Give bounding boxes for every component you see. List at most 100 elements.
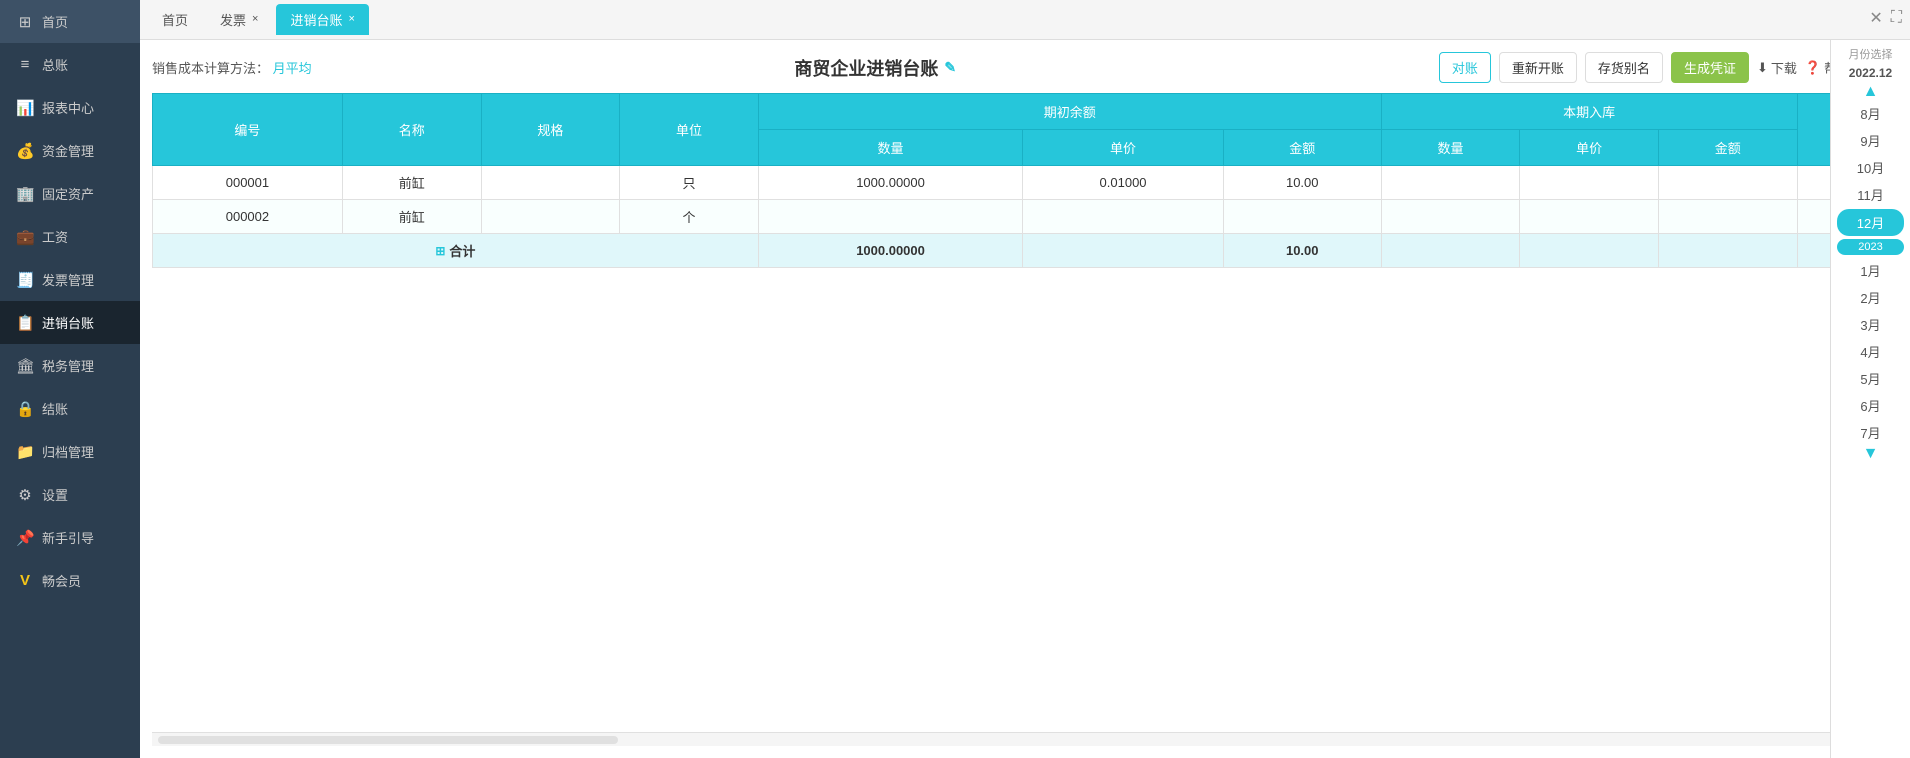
close-window-button[interactable]: ✕ (1869, 8, 1882, 28)
tab-purchase-sales[interactable]: 进销台账 × (276, 4, 368, 35)
tab-invoice[interactable]: 发票 × (206, 4, 272, 35)
tax-icon: 🏛 (16, 357, 34, 375)
sidebar-item-label: 进销台账 (42, 313, 94, 332)
download-button[interactable]: ⬇ 下载 (1757, 58, 1797, 77)
cell-unit: 只 (620, 166, 759, 200)
cost-method-value: 月平均 (273, 61, 312, 76)
edit-title-icon[interactable]: ✎ (944, 59, 956, 76)
maximize-window-button[interactable]: ⛶ (1891, 8, 1902, 28)
month-item-9[interactable]: 9月 (1831, 127, 1910, 154)
save-alias-button[interactable]: 存货别名 (1585, 52, 1663, 83)
data-table-container: 编号 名称 规格 单位 期初余额 本期入库 数 数量 单价 金额 数量 单价 (152, 93, 1898, 732)
cell-open-qty: 1000.00000 (758, 166, 1022, 200)
year-2023-badge: 2023 (1837, 239, 1904, 255)
month-item-10[interactable]: 10月 (1831, 154, 1910, 181)
col-id: 编号 (153, 94, 343, 166)
tab-home-label: 首页 (162, 10, 188, 29)
total-label-text: 合计 (449, 241, 475, 260)
total-row: ⊞ 合计 1000.00000 10.00 (153, 234, 1898, 268)
sidebar-item-settings[interactable]: ⚙ 设置 (0, 473, 140, 516)
sidebar-item-archive[interactable]: 📁 归档管理 (0, 430, 140, 473)
tab-invoice-close[interactable]: × (252, 14, 258, 25)
col-group-opening: 期初余额 (758, 94, 1381, 130)
sidebar-item-reports[interactable]: 📊 报表中心 (0, 86, 140, 129)
page-title-area: 商贸企业进销台账 ✎ (794, 55, 956, 81)
col-in-qty: 数量 (1381, 130, 1520, 166)
sidebar-item-invoice-mgmt[interactable]: 🧾 发票管理 (0, 258, 140, 301)
sidebar-item-purchase-sales[interactable]: 📋 进销台账 (0, 301, 140, 344)
sidebar-item-label: 新手引导 (42, 528, 94, 547)
help-icon: ❓ (1805, 60, 1821, 76)
data-table: 编号 名称 规格 单位 期初余额 本期入库 数 数量 单价 金额 数量 单价 (152, 93, 1898, 268)
horizontal-scrollbar[interactable] (152, 732, 1898, 746)
month-item-3[interactable]: 3月 (1831, 311, 1910, 338)
sidebar-item-tax[interactable]: 🏛 税务管理 (0, 344, 140, 387)
month-scroll-up[interactable]: ▲ (1863, 84, 1879, 100)
month-panel-title: 月份选择 (1849, 46, 1893, 62)
tab-purchase-sales-close[interactable]: × (348, 14, 354, 25)
sidebar-item-guide[interactable]: 📌 新手引导 (0, 516, 140, 559)
purchase-sales-icon: 📋 (16, 314, 34, 332)
total-in-price (1520, 234, 1659, 268)
main-area: ✕ ⛶ 首页 发票 × 进销台账 × 销售成本计算方法： 月平均 商贸企业进销台… (140, 0, 1910, 758)
month-item-1[interactable]: 1月 (1831, 257, 1910, 284)
col-open-amount: 金额 (1223, 130, 1381, 166)
reports-icon: 📊 (16, 99, 34, 117)
sidebar-item-label: 畅会员 (42, 571, 81, 590)
tab-purchase-sales-label: 进销台账 (290, 10, 342, 29)
cell-name: 前缸 (342, 166, 481, 200)
sidebar-item-home[interactable]: ⊞ 首页 (0, 0, 140, 43)
top-bar: 销售成本计算方法： 月平均 商贸企业进销台账 ✎ 对账 重新开账 存货别名 生成… (152, 52, 1898, 83)
settings-icon: ⚙ (16, 486, 34, 504)
month-item-6[interactable]: 6月 (1831, 392, 1910, 419)
month-scroll-down[interactable]: ▼ (1863, 446, 1879, 462)
total-open-price (1023, 234, 1224, 268)
month-item-8[interactable]: 8月 (1831, 100, 1910, 127)
cell-unit: 个 (620, 200, 759, 234)
close-acct-icon: 🔒 (16, 400, 34, 418)
col-in-amount: 金额 (1658, 130, 1797, 166)
guide-icon: 📌 (16, 529, 34, 547)
col-open-price: 单价 (1023, 130, 1224, 166)
page-content: 销售成本计算方法： 月平均 商贸企业进销台账 ✎ 对账 重新开账 存货别名 生成… (140, 40, 1910, 758)
table-row: 000002 前缸 个 (153, 200, 1898, 234)
tab-home[interactable]: 首页 (148, 4, 202, 35)
cell-in-price (1520, 166, 1659, 200)
sidebar-item-label: 归档管理 (42, 442, 94, 461)
window-controls: ✕ ⛶ (1869, 8, 1902, 28)
month-item-12[interactable]: 12月 (1837, 209, 1904, 236)
cost-method: 销售成本计算方法： 月平均 (152, 58, 312, 77)
total-open-amount: 10.00 (1223, 234, 1381, 268)
member-icon: V (16, 572, 34, 589)
capital-icon: 💰 (16, 142, 34, 160)
cell-spec (481, 166, 620, 200)
col-name: 名称 (342, 94, 481, 166)
sidebar-item-capital[interactable]: 💰 资金管理 (0, 129, 140, 172)
month-item-5[interactable]: 5月 (1831, 365, 1910, 392)
sidebar: ⊞ 首页 ≡ 总账 📊 报表中心 💰 资金管理 🏢 固定资产 💼 工资 🧾 发票… (0, 0, 140, 758)
cell-in-qty (1381, 200, 1520, 234)
total-label-cell: ⊞ 合计 (153, 234, 759, 268)
sidebar-item-label: 总账 (42, 55, 68, 74)
month-item-11[interactable]: 11月 (1831, 181, 1910, 208)
scroll-track (158, 736, 618, 744)
sidebar-item-label: 结账 (42, 399, 68, 418)
sidebar-item-assets[interactable]: 🏢 固定资产 (0, 172, 140, 215)
sidebar-item-ledger[interactable]: ≡ 总账 (0, 43, 140, 86)
month-item-7[interactable]: 7月 (1831, 419, 1910, 446)
month-panel-year: 2022.12 (1849, 66, 1892, 80)
reopen-button[interactable]: 重新开账 (1499, 52, 1577, 83)
sidebar-item-member[interactable]: V 畅会员 (0, 559, 140, 602)
generate-voucher-button[interactable]: 生成凭证 (1671, 52, 1749, 83)
cell-id: 000001 (153, 166, 343, 200)
cell-in-amount (1658, 166, 1797, 200)
cell-name: 前缸 (342, 200, 481, 234)
sidebar-item-close[interactable]: 🔒 结账 (0, 387, 140, 430)
sidebar-item-wages[interactable]: 💼 工资 (0, 215, 140, 258)
month-item-2[interactable]: 2月 (1831, 284, 1910, 311)
reconcile-button[interactable]: 对账 (1439, 52, 1491, 83)
cell-open-price (1023, 200, 1224, 234)
wages-icon: 💼 (16, 228, 34, 246)
month-item-4[interactable]: 4月 (1831, 338, 1910, 365)
tab-invoice-label: 发票 (220, 10, 246, 29)
